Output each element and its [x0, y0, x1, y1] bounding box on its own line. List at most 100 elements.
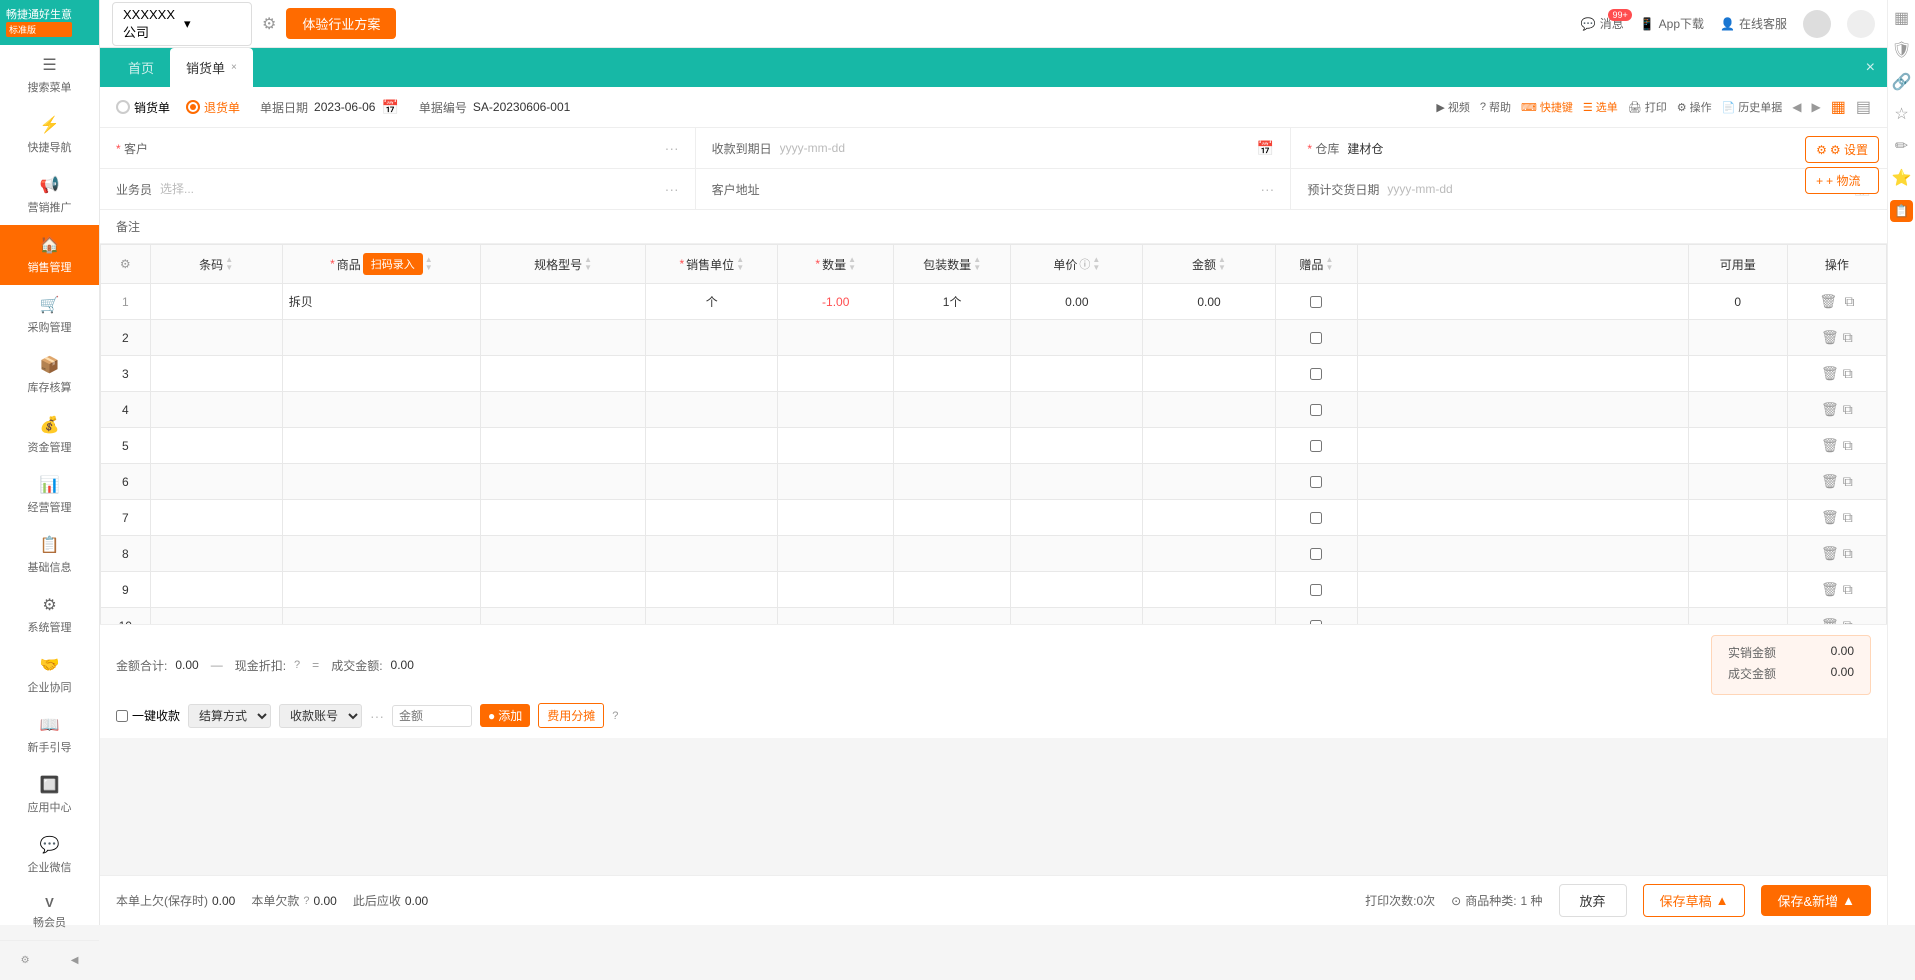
message-button[interactable]: 💬 消息 99+: [1581, 15, 1624, 32]
sidebar-item-basic[interactable]: 📋 基础信息: [0, 525, 99, 585]
salesperson-input[interactable]: [160, 179, 657, 199]
fee-alloc-button[interactable]: 费用分摊: [538, 703, 604, 728]
user-avatar[interactable]: [1803, 10, 1831, 38]
online-service-button[interactable]: 👤 在线客服: [1720, 15, 1787, 32]
sidebar-item-member[interactable]: V 畅会员: [0, 885, 99, 940]
sidebar-item-marketing[interactable]: 📢 营销推广: [0, 165, 99, 225]
view-toggle-grid[interactable]: ▤: [1856, 97, 1871, 117]
save-draft-button[interactable]: 保存草稿 ▲: [1643, 884, 1746, 917]
sidebar-item-search[interactable]: ☰ 搜索菜单: [0, 45, 99, 105]
tab-close-icon[interactable]: ×: [231, 62, 237, 73]
row-remark[interactable]: [1358, 284, 1688, 320]
expected-date-input[interactable]: [1387, 179, 1845, 199]
due-date-calendar-icon[interactable]: 📅: [1257, 140, 1274, 157]
copy-row-icon[interactable]: ⧉: [1844, 293, 1854, 309]
discount-help-icon[interactable]: ?: [294, 659, 300, 671]
row-pkgqty[interactable]: 1个: [894, 284, 1011, 320]
row-price[interactable]: 0.00: [1011, 284, 1143, 320]
row-gift[interactable]: [1275, 284, 1358, 320]
sidebar-item-system[interactable]: ⚙ 系统管理: [0, 585, 99, 645]
view-toggle-list[interactable]: ▦: [1831, 97, 1846, 117]
amount-input[interactable]: [392, 705, 472, 727]
summary-box: 实销金额 0.00 成交金额 0.00: [1711, 635, 1871, 695]
row-barcode[interactable]: [150, 284, 282, 320]
warehouse-input[interactable]: [1347, 138, 1849, 158]
salesperson-dots-icon[interactable]: ···: [665, 181, 679, 197]
scan-button[interactable]: 扫码录入: [363, 253, 423, 275]
side-edit-icon[interactable]: ✏: [1895, 136, 1908, 156]
th-amount: 金额 ▲▼: [1143, 245, 1275, 284]
sidebar-bottom-settings[interactable]: ⚙: [17, 947, 34, 974]
sidebar-item-wechat[interactable]: 💬 企业微信: [0, 825, 99, 885]
side-fav-icon[interactable]: ⭐: [1892, 168, 1912, 188]
video-btn[interactable]: ▶ 视频: [1436, 99, 1469, 115]
note-input[interactable]: [148, 220, 1871, 234]
pay-account-select[interactable]: 收款账号: [279, 704, 362, 728]
delete-row-icon[interactable]: 🗑: [1819, 293, 1837, 309]
company-selector[interactable]: XXXXXX公司 ▾: [112, 2, 252, 46]
shortcut-btn[interactable]: ⌨ 快捷键: [1521, 99, 1573, 115]
add-payment-button[interactable]: ● 添加: [480, 704, 530, 727]
side-link-icon[interactable]: 🔗: [1892, 72, 1912, 92]
doc-num-value[interactable]: SA-20230606-001: [473, 100, 570, 114]
arrears-info-icon[interactable]: ?: [303, 895, 309, 907]
print-btn[interactable]: 🖨 打印: [1628, 99, 1667, 115]
cp2[interactable]: ⧉: [1843, 329, 1853, 345]
pay-dots-icon[interactable]: ···: [370, 708, 384, 724]
tab-sales-order[interactable]: 销货单 ×: [170, 48, 253, 87]
history-nav-prev[interactable]: ◀: [1792, 100, 1801, 114]
addr-dots-icon[interactable]: ···: [1260, 181, 1274, 197]
row-amount[interactable]: 0.00: [1143, 284, 1275, 320]
save-new-button[interactable]: 保存&新增 ▲: [1761, 885, 1871, 916]
settings-button[interactable]: ⚙ ⚙ 设置: [1805, 136, 1879, 163]
sidebar-item-finance[interactable]: 💰 资金管理: [0, 405, 99, 465]
sidebar-bottom-collapse[interactable]: ◀: [67, 947, 83, 974]
operate-btn[interactable]: ⚙ 操作: [1677, 99, 1712, 115]
side-table-icon[interactable]: ▦: [1894, 8, 1909, 28]
row-unit[interactable]: 个: [646, 284, 778, 320]
customer-addr-input[interactable]: [768, 179, 1253, 199]
side-orange-action[interactable]: 📋: [1890, 200, 1913, 222]
topbar-settings-icon[interactable]: ⚙: [262, 14, 276, 34]
price-info-icon[interactable]: ⓘ: [1079, 256, 1090, 272]
del2[interactable]: 🗑: [1821, 329, 1839, 345]
row-product[interactable]: 拆贝: [282, 284, 480, 320]
tabbar-close-icon[interactable]: ×: [1866, 59, 1875, 77]
doc-date-value[interactable]: 2023-06-06: [314, 100, 375, 114]
user-avatar2[interactable]: [1847, 10, 1875, 38]
sidebar-item-shortcut[interactable]: ⚡ 快捷导航: [0, 105, 99, 165]
onepay-checkbox[interactable]: [116, 710, 128, 722]
select-btn[interactable]: ☰ 选单: [1583, 99, 1618, 115]
sidebar-item-sales[interactable]: 🏠 销售管理: [0, 225, 99, 285]
history-nav-next[interactable]: ▶: [1812, 100, 1821, 114]
history-btn[interactable]: 📄 历史单据: [1722, 99, 1783, 115]
row-qty[interactable]: -1.00: [778, 284, 894, 320]
side-star-icon[interactable]: ☆: [1894, 104, 1908, 124]
app-download-button[interactable]: 📱 App下载: [1640, 15, 1704, 32]
fee-help-icon[interactable]: ?: [612, 710, 618, 722]
side-shield-icon[interactable]: 🛡: [1891, 40, 1911, 60]
due-date-input[interactable]: [780, 138, 1249, 158]
date-calendar-icon[interactable]: 📅: [381, 99, 398, 116]
tab-home[interactable]: 首页: [112, 48, 170, 87]
logistics-button[interactable]: + + 物流: [1805, 167, 1879, 194]
help-btn[interactable]: ? 帮助: [1480, 99, 1511, 115]
th-spec: 规格型号 ▲▼: [481, 245, 646, 284]
onepay-checkbox-label[interactable]: 一键收款: [116, 707, 180, 724]
radio-return-order[interactable]: 退货单: [186, 99, 240, 116]
radio-sales-order[interactable]: 销货单: [116, 99, 170, 116]
row-spec[interactable]: [481, 284, 646, 320]
sidebar-item-collab[interactable]: 🤝 企业协同: [0, 645, 99, 705]
sidebar-item-operations[interactable]: 📊 经营管理: [0, 465, 99, 525]
doc-num-label: 单据编号: [419, 99, 467, 116]
sidebar-item-inventory[interactable]: 📦 库存核算: [0, 345, 99, 405]
trial-button[interactable]: 体验行业方案: [286, 8, 396, 39]
customer-dots-icon[interactable]: ···: [665, 140, 679, 156]
abandon-button[interactable]: 放弃: [1559, 884, 1627, 917]
sidebar-item-appstore[interactable]: 🔲 应用中心: [0, 765, 99, 825]
sidebar-item-purchase[interactable]: 🛒 采购管理: [0, 285, 99, 345]
sidebar-item-newbie[interactable]: 📖 新手引导: [0, 705, 99, 765]
th-settings[interactable]: ⚙: [101, 245, 151, 284]
pay-method-select[interactable]: 结算方式: [188, 704, 271, 728]
customer-input[interactable]: [156, 138, 657, 158]
